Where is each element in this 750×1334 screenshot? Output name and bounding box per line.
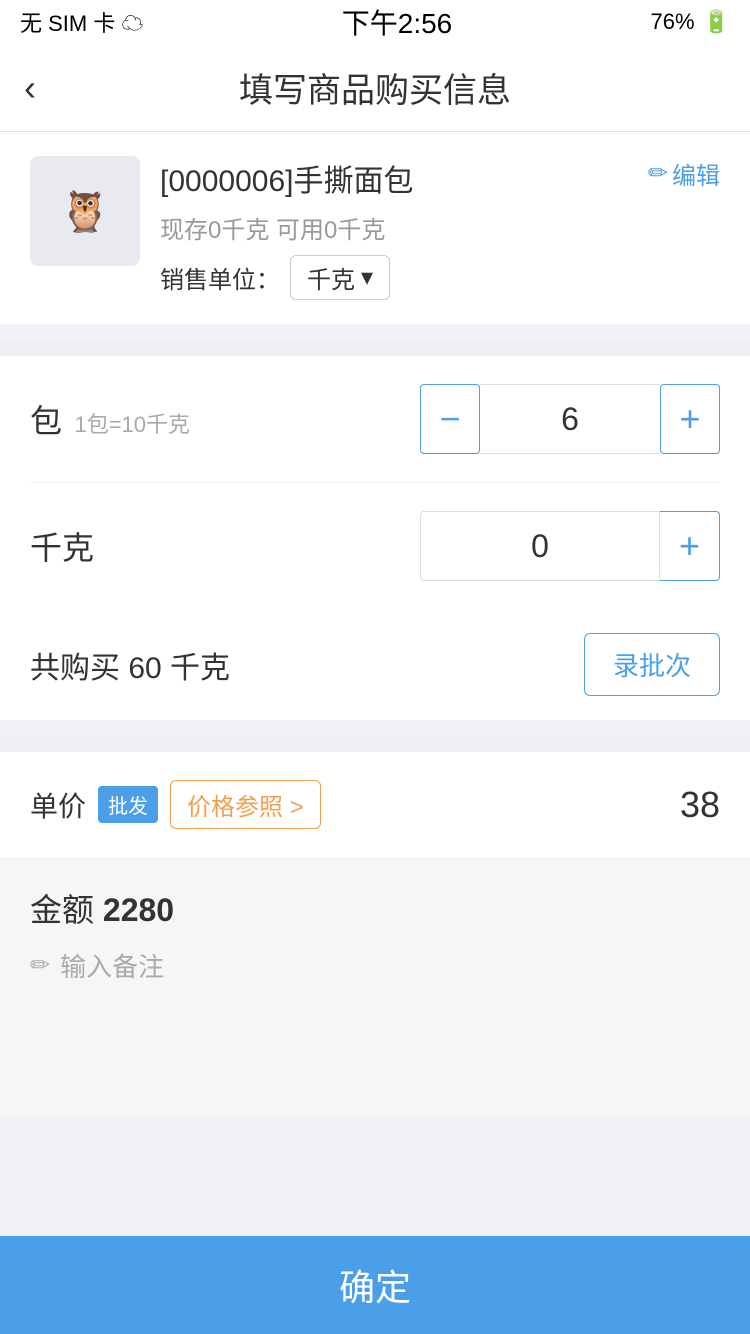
product-card: 🦉 [0000006]手撕面包 ✏ 编辑 现存0千克 可用0千克 销售单位： 千…	[0, 132, 750, 324]
sim-label: 无 SIM 卡 ☁	[20, 6, 143, 38]
bag-label: 包	[30, 403, 62, 439]
chevron-down-icon: ▾	[361, 263, 373, 292]
total-label: 共购买 60 千克	[30, 643, 230, 687]
bag-input-row: 包 1包=10千克 − +	[30, 356, 720, 483]
bag-label-group: 包 1包=10千克	[30, 396, 190, 442]
bag-sublabel: 1包=10千克	[74, 412, 190, 437]
price-section: 单价 批发 价格参照 > 38	[0, 752, 750, 857]
spacer	[0, 1118, 750, 1236]
amount-section: 金额 2280 ✏ 输入备注	[0, 857, 750, 1118]
back-button[interactable]: ‹	[24, 67, 36, 109]
nav-bar: ‹ 填写商品购买信息	[0, 44, 750, 132]
bag-decrement-button[interactable]: −	[420, 384, 480, 454]
kg-input-row: 千克 +	[30, 483, 720, 609]
bag-increment-button[interactable]: +	[660, 384, 720, 454]
kg-increment-button[interactable]: +	[660, 511, 720, 581]
amount-value: 2280	[103, 892, 174, 928]
bag-input-section: 包 1包=10千克 − + 千克 +	[0, 356, 750, 609]
status-bar: 无 SIM 卡 ☁ 下午2:56 76% 🔋	[0, 0, 750, 44]
unit-prefix-label: 销售单位：	[160, 260, 280, 295]
price-value: 38	[680, 784, 720, 826]
price-label-group: 单价 批发 价格参照 >	[30, 780, 321, 829]
remark-row[interactable]: ✏ 输入备注	[30, 947, 720, 984]
divider-1	[0, 340, 750, 356]
total-section: 共购买 60 千克 录批次	[0, 609, 750, 720]
amount-label: 金额 2280	[30, 885, 720, 931]
kg-label: 千克	[30, 523, 94, 569]
status-left: 无 SIM 卡 ☁	[20, 6, 143, 38]
unit-value: 千克	[307, 260, 355, 295]
amount-prefix: 金额	[30, 892, 94, 928]
product-stock: 现存0千克 可用0千克	[160, 210, 720, 245]
battery-label: 76%	[651, 9, 695, 35]
price-label: 单价	[30, 785, 86, 825]
product-image: 🦉	[30, 156, 140, 266]
batch-button[interactable]: 录批次	[584, 633, 720, 696]
kg-input[interactable]	[420, 511, 660, 581]
battery-icon: 🔋	[703, 9, 730, 35]
divider-2	[0, 736, 750, 752]
status-time: 下午2:56	[342, 2, 453, 42]
price-reference-button[interactable]: 价格参照 >	[170, 780, 321, 829]
remark-placeholder: 输入备注	[60, 947, 164, 984]
pencil-icon: ✏	[30, 951, 50, 980]
edit-label: 编辑	[672, 156, 720, 191]
edit-button[interactable]: ✏ 编辑	[648, 156, 720, 191]
confirm-button[interactable]: 确定	[0, 1236, 750, 1334]
product-name: [0000006]手撕面包	[160, 156, 413, 200]
status-right: 76% 🔋	[651, 9, 730, 35]
bag-input[interactable]	[480, 384, 660, 454]
price-badge: 批发	[98, 786, 158, 823]
product-info: [0000006]手撕面包 ✏ 编辑 现存0千克 可用0千克 销售单位： 千克 …	[160, 156, 720, 300]
bag-stepper: − +	[420, 384, 720, 454]
page-title: 填写商品购买信息	[239, 63, 511, 112]
kg-stepper: +	[420, 511, 720, 581]
edit-icon: ✏	[648, 159, 668, 188]
product-thumbnail-icon: 🦉	[60, 188, 110, 235]
unit-select[interactable]: 千克 ▾	[290, 255, 390, 300]
product-unit-row: 销售单位： 千克 ▾	[160, 255, 720, 300]
